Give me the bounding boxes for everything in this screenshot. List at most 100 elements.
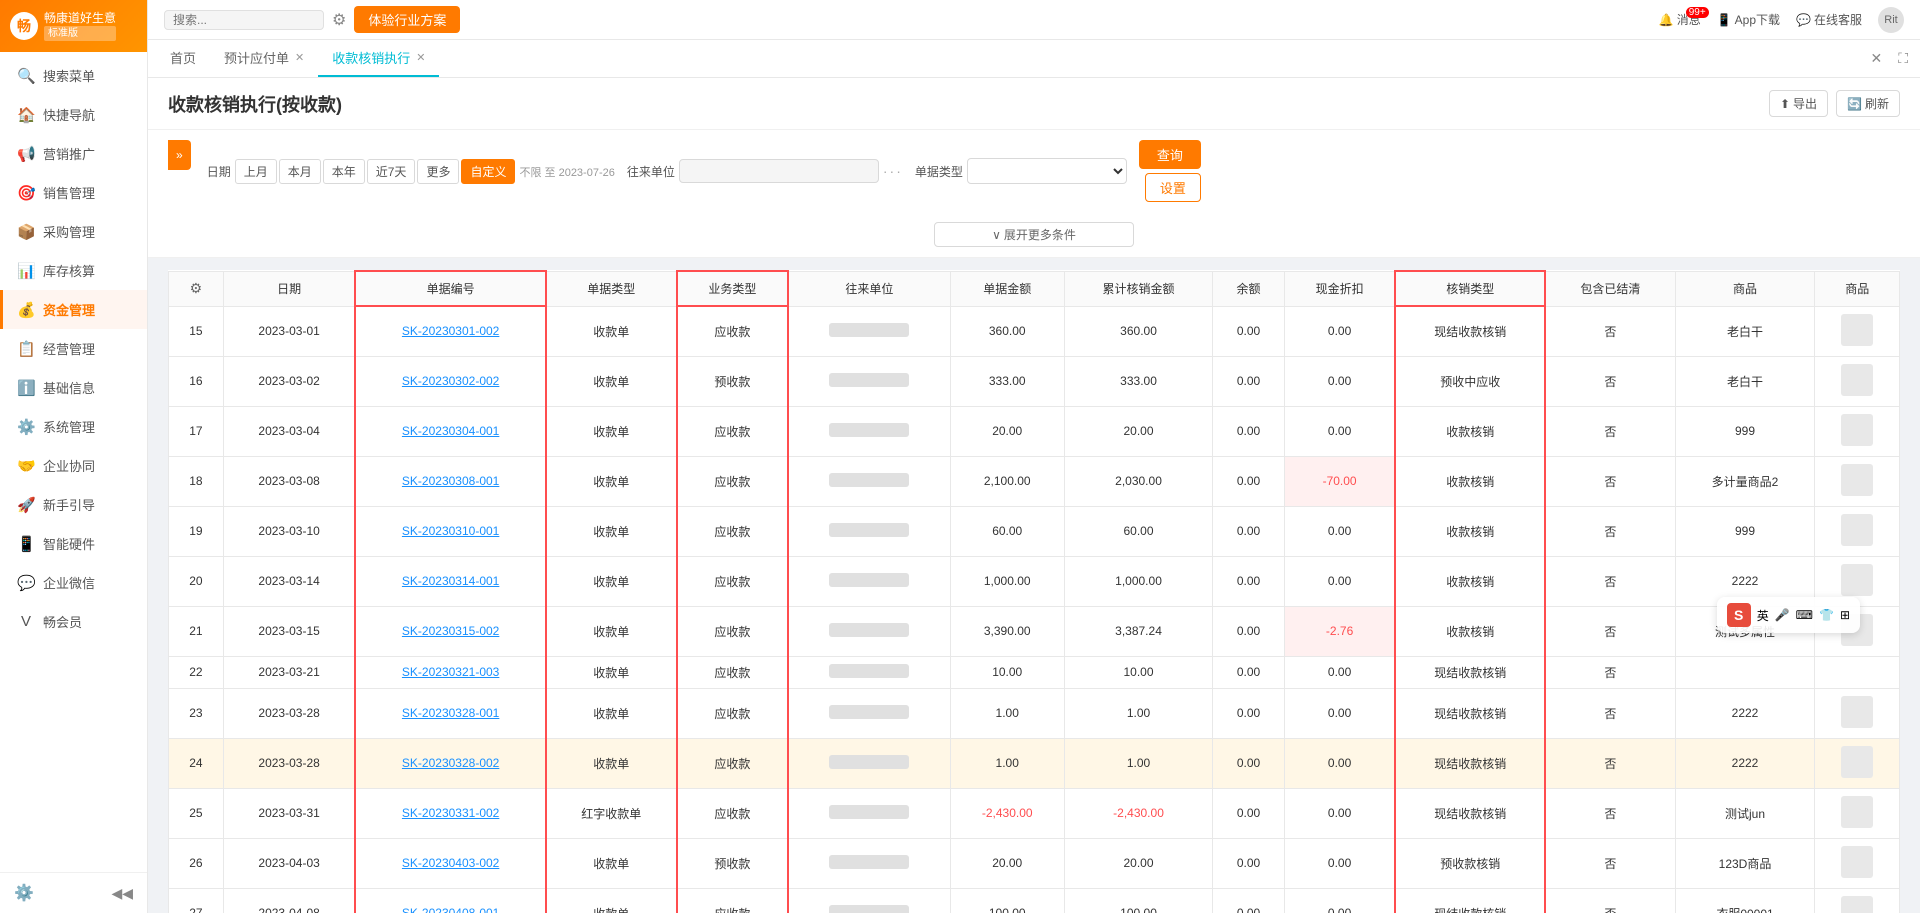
cell-canceltype: 现结收款核销: [1395, 306, 1545, 356]
tab-home[interactable]: 首页: [156, 40, 210, 77]
date-btn-7days[interactable]: 近7天: [367, 159, 416, 184]
cell-acc-amount: 1,000.00: [1064, 556, 1212, 606]
doctype-select[interactable]: [967, 158, 1127, 184]
cell-balance: 0.00: [1213, 406, 1285, 456]
sidebar-item-wechat[interactable]: 💬企业微信: [0, 563, 147, 602]
date-btn-lastmonth[interactable]: 上月: [235, 159, 277, 184]
tab-collection[interactable]: 收款核销执行 ✕: [318, 40, 439, 77]
cell-acc-amount: 10.00: [1064, 656, 1212, 688]
collapse-icon[interactable]: ◀◀: [111, 885, 133, 902]
cell-include: 否: [1545, 606, 1675, 656]
industry-btn[interactable]: 体验行业方案: [354, 6, 460, 33]
sidebar-label-collab: 企业协同: [43, 456, 95, 475]
cell-balance: 0.00: [1213, 356, 1285, 406]
doc-link[interactable]: SK-20230331-002: [402, 806, 499, 820]
doc-link[interactable]: SK-20230310-001: [402, 524, 499, 538]
user-avatar[interactable]: Rit: [1878, 7, 1904, 33]
app-download-btn[interactable]: 📱 App下载: [1717, 11, 1780, 28]
sidebar-item-quicknav[interactable]: 🏠快捷导航: [0, 95, 147, 134]
filter-expand-btn[interactable]: »: [168, 140, 191, 170]
cell-docno: SK-20230403-002: [355, 838, 545, 888]
cell-docno: SK-20230308-001: [355, 456, 545, 506]
col-header-biztype: 业务类型: [677, 271, 789, 306]
doc-link[interactable]: SK-20230403-002: [402, 856, 499, 870]
cell-doctype: 收款单: [546, 656, 677, 688]
cell-doctype: 收款单: [546, 556, 677, 606]
sidebar-item-search[interactable]: 🔍搜索菜单: [0, 56, 147, 95]
search-input[interactable]: [164, 10, 324, 30]
doc-link[interactable]: SK-20230328-001: [402, 706, 499, 720]
overlay-shirt-icon[interactable]: 👕: [1819, 608, 1834, 622]
settings-icon[interactable]: ⚙️: [14, 883, 34, 903]
cell-date: 2023-03-28: [223, 688, 355, 738]
date-btn-more[interactable]: 更多: [417, 159, 459, 184]
sidebar-item-system[interactable]: ⚙️系统管理: [0, 407, 147, 446]
cell-biztype: 应收款: [677, 656, 789, 688]
export-btn[interactable]: ⬆ 导出: [1769, 90, 1828, 117]
cell-amount: 60.00: [950, 506, 1064, 556]
message-icon[interactable]: 🔔 99+ 消息: [1659, 11, 1701, 28]
partner-input[interactable]: [679, 159, 879, 183]
sidebar-item-collab[interactable]: 🤝企业协同: [0, 446, 147, 485]
tab-collection-close[interactable]: ✕: [416, 51, 425, 64]
doc-link[interactable]: SK-20230315-002: [402, 624, 499, 638]
gear-icon[interactable]: ⚙: [332, 10, 346, 30]
cell-balance: 0.00: [1213, 788, 1285, 838]
expand-more-btn[interactable]: ∨ 展开更多条件: [934, 222, 1134, 247]
filter-settings-btn[interactable]: 设置: [1145, 173, 1201, 202]
sidebar-item-operations[interactable]: 📋经营管理: [0, 329, 147, 368]
col-header-date: 日期: [223, 271, 355, 306]
overlay-mic-icon[interactable]: 🎤: [1775, 608, 1790, 622]
cell-partner: [788, 838, 950, 888]
sidebar-item-inventory[interactable]: 📊库存核算: [0, 251, 147, 290]
doc-link[interactable]: SK-20230314-001: [402, 574, 499, 588]
sidebar-item-marketing[interactable]: 📢营销推广: [0, 134, 147, 173]
tab-fullscreen[interactable]: ⛶: [1894, 48, 1912, 69]
cell-date: 2023-03-01: [223, 306, 355, 356]
online-service-btn[interactable]: 💬 在线客服: [1796, 11, 1862, 28]
doc-link[interactable]: SK-20230308-001: [402, 474, 499, 488]
sidebar-item-hardware[interactable]: 📱智能硬件: [0, 524, 147, 563]
cell-partner: [788, 738, 950, 788]
sidebar-item-basic[interactable]: ℹ️基础信息: [0, 368, 147, 407]
sidebar-item-guide[interactable]: 🚀新手引导: [0, 485, 147, 524]
sidebar-item-purchase[interactable]: 📦采购管理: [0, 212, 147, 251]
cell-include: 否: [1545, 456, 1675, 506]
sidebar-item-sales[interactable]: 🎯销售管理: [0, 173, 147, 212]
overlay-grid-icon[interactable]: ⊞: [1840, 608, 1850, 622]
cell-amount: 2,100.00: [950, 456, 1064, 506]
cell-doctype: 收款单: [546, 738, 677, 788]
cell-docno: SK-20230331-002: [355, 788, 545, 838]
sidebar-item-finance[interactable]: 💰资金管理: [0, 290, 147, 329]
date-btn-thismonth[interactable]: 本月: [279, 159, 321, 184]
cell-biztype: 应收款: [677, 788, 789, 838]
doc-link[interactable]: SK-20230302-002: [402, 374, 499, 388]
date-btn-thisyear[interactable]: 本年: [323, 159, 365, 184]
column-settings-icon[interactable]: ⚙: [190, 280, 203, 296]
sidebar-icon-basic: ℹ️: [17, 379, 35, 397]
tab-prepay[interactable]: 预计应付单 ✕: [210, 40, 318, 77]
refresh-btn[interactable]: 🔄 刷新: [1836, 90, 1900, 117]
cell-amount: 1,000.00: [950, 556, 1064, 606]
doc-link[interactable]: SK-20230408-001: [402, 906, 499, 913]
doc-link[interactable]: SK-20230328-002: [402, 756, 499, 770]
sidebar-icon-purchase: 📦: [17, 223, 35, 241]
product-thumbnail: [1841, 514, 1873, 546]
cell-product: [1675, 656, 1815, 688]
overlay-keyboard-icon[interactable]: ⌨: [1796, 608, 1813, 622]
col-header-product-img: 商品: [1815, 271, 1900, 306]
doc-link[interactable]: SK-20230304-001: [402, 424, 499, 438]
cell-product: 999: [1675, 506, 1815, 556]
cell-discount: 0.00: [1284, 788, 1395, 838]
page-header: 收款核销执行(按收款) ⬆ 导出 🔄 刷新: [148, 78, 1920, 130]
col-header-settings[interactable]: ⚙: [169, 271, 224, 306]
date-btn-custom[interactable]: 自定义: [461, 159, 515, 184]
doc-link[interactable]: SK-20230301-002: [402, 324, 499, 338]
cell-biztype: 应收款: [677, 606, 789, 656]
tab-prepay-close[interactable]: ✕: [295, 51, 304, 64]
product-thumbnail: [1841, 896, 1873, 913]
doc-link[interactable]: SK-20230321-003: [402, 665, 499, 679]
tab-close-all[interactable]: ✕: [1866, 48, 1886, 69]
query-btn[interactable]: 查询: [1139, 140, 1201, 169]
sidebar-item-member[interactable]: V畅会员: [0, 602, 147, 641]
